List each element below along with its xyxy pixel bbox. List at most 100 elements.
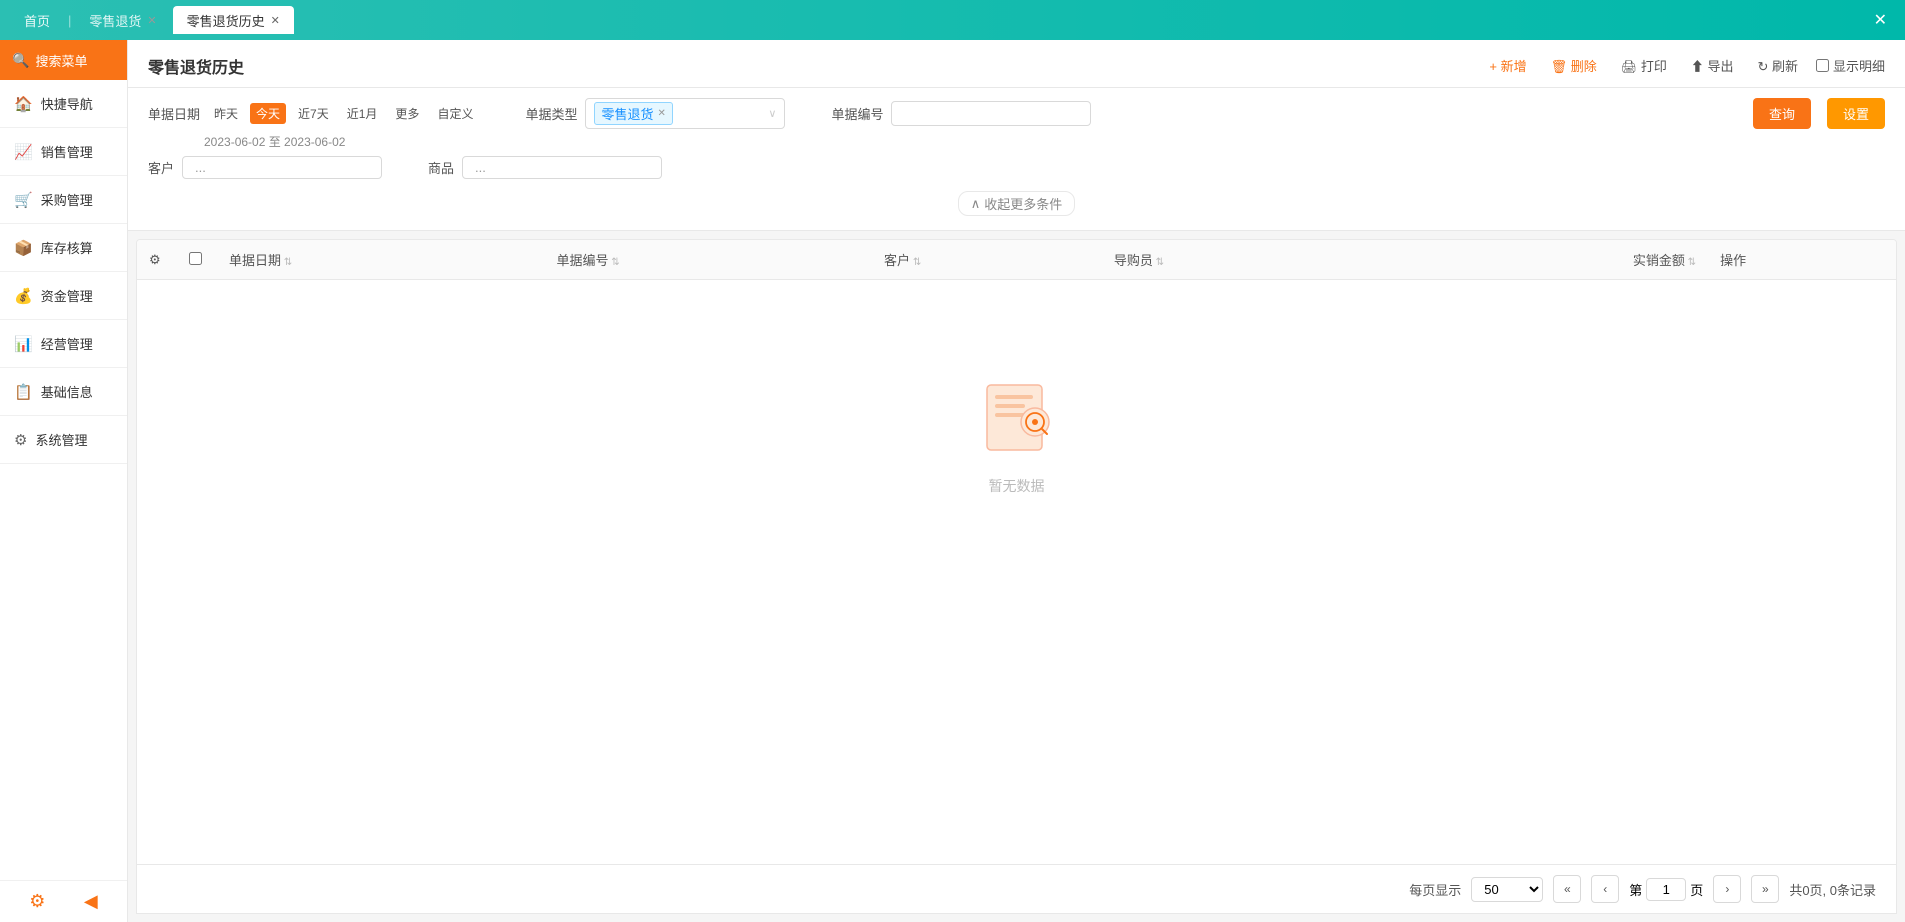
date-btn-1month[interactable]: 近1月 — [341, 103, 384, 124]
sidebar-search[interactable]: 🔍 搜索菜单 — [0, 40, 127, 80]
empty-illustration — [967, 360, 1067, 460]
empty-state-cell: 暂无数据 — [137, 280, 1896, 577]
refresh-button[interactable]: ↻ 刷新 — [1751, 52, 1804, 79]
collapse-sidebar-icon[interactable]: ◀ — [84, 891, 98, 912]
collapse-button[interactable]: ∧ 收起更多条件 — [958, 191, 1076, 216]
query-button[interactable]: 查询 — [1753, 98, 1811, 129]
sidebar-item-label: 系统管理 — [35, 430, 87, 449]
th-checkbox[interactable] — [177, 240, 217, 280]
sidebar-item-quicknav[interactable]: 🏠 快捷导航 — [0, 80, 127, 128]
header-actions: + 新增 🗑 删除 🖨 打印 ⬆ 导出 ↻ 刷新 显示明细 — [1483, 52, 1885, 79]
tab-close-icon[interactable]: ✕ — [147, 14, 156, 27]
th-customer[interactable]: 客户 — [872, 240, 1102, 280]
tab-retail-return[interactable]: 零售退货 ✕ — [75, 6, 170, 34]
settings-button[interactable]: 设置 — [1827, 98, 1885, 129]
sidebar-item-label: 资金管理 — [41, 286, 93, 305]
bill-type-label: 单据类型 — [525, 104, 577, 123]
sidebar-bottom: ⚙ ◀ — [0, 880, 127, 922]
tab-close-icon[interactable]: ✕ — [271, 14, 280, 27]
gear-icon[interactable]: ⚙ — [149, 252, 161, 267]
tab-label: 零售退货历史 — [187, 11, 265, 30]
bill-type-input[interactable]: 零售退货 ✕ ∨ — [585, 98, 785, 129]
page-label: 第 — [1629, 880, 1642, 899]
date-btn-more[interactable]: 更多 — [389, 103, 425, 124]
system-icon: ⚙ — [14, 431, 27, 449]
sidebar: 🔍 搜索菜单 🏠 快捷导航 📈 销售管理 🛒 采购管理 📦 库存核算 💰 资金管… — [0, 40, 128, 922]
th-amount[interactable]: 实销金额 — [1381, 240, 1709, 280]
bill-type-filter: 单据类型 零售退货 ✕ ∨ — [525, 98, 785, 129]
content-area: 零售退货历史 + 新增 🗑 删除 🖨 打印 ⬆ 导出 ↻ 刷新 显示明细 单据日… — [128, 40, 1905, 922]
sidebar-item-system[interactable]: ⚙ 系统管理 — [0, 416, 127, 464]
finance-icon: 💰 — [14, 287, 33, 305]
bill-no-input[interactable] — [891, 101, 1091, 126]
prev-page-button[interactable]: ‹ — [1591, 875, 1619, 903]
last-page-button[interactable]: » — [1751, 875, 1779, 903]
add-button[interactable]: + 新增 — [1483, 52, 1532, 79]
empty-state-row: 暂无数据 — [137, 280, 1896, 577]
goods-ellipsis: ... — [471, 160, 490, 175]
sidebar-item-label: 采购管理 — [41, 190, 93, 209]
date-filter-label: 单据日期 — [148, 104, 200, 123]
show-detail-checkbox[interactable]: 显示明细 — [1816, 56, 1885, 75]
goods-filter: 商品 ... — [428, 156, 662, 179]
th-bill-date[interactable]: 单据日期 — [217, 240, 545, 280]
delete-button[interactable]: 🗑 删除 — [1545, 52, 1603, 79]
customer-ellipsis: ... — [191, 160, 210, 175]
table-header: ⚙ 单据日期 单据编号 客户 导购员 实销金额 操作 — [137, 240, 1896, 280]
sidebar-item-operations[interactable]: 📊 经营管理 — [0, 320, 127, 368]
customer-input[interactable]: ... — [182, 156, 382, 179]
sidebar-item-purchase[interactable]: 🛒 采购管理 — [0, 176, 127, 224]
date-shortcuts: 昨天 今天 近7天 近1月 更多 自定义 — [208, 103, 479, 124]
bill-no-filter: 单据编号 — [831, 101, 1091, 126]
date-filter: 单据日期 昨天 今天 近7天 近1月 更多 自定义 — [148, 103, 479, 124]
table-container: ⚙ 单据日期 单据编号 客户 导购员 实销金额 操作 — [136, 239, 1897, 865]
total-info: 共0页, 0条记录 — [1789, 880, 1876, 899]
data-table: ⚙ 单据日期 单据编号 客户 导购员 实销金额 操作 — [137, 240, 1896, 576]
show-detail-label: 显示明细 — [1833, 56, 1885, 75]
date-btn-yesterday[interactable]: 昨天 — [208, 103, 244, 124]
export-button[interactable]: ⬆ 导出 — [1685, 52, 1740, 79]
show-detail-check[interactable] — [1816, 59, 1829, 72]
page-input-group: 第 页 — [1629, 878, 1703, 901]
page-number-input[interactable] — [1646, 878, 1686, 901]
sidebar-item-label: 快捷导航 — [41, 94, 93, 113]
bill-type-tag: 零售退货 ✕ — [594, 102, 672, 125]
select-all-checkbox[interactable] — [189, 252, 202, 265]
purchase-icon: 🛒 — [14, 191, 33, 209]
per-page-select[interactable]: 20 50 100 200 — [1471, 877, 1543, 902]
home-tab[interactable]: 首页 — [10, 11, 64, 30]
filter-area: 单据日期 昨天 今天 近7天 近1月 更多 自定义 单据类型 — [128, 88, 1905, 231]
print-button[interactable]: 🖨 打印 — [1615, 52, 1673, 79]
close-window-button[interactable]: ✕ — [1866, 6, 1895, 34]
sidebar-item-inventory[interactable]: 📦 库存核算 — [0, 224, 127, 272]
operations-icon: 📊 — [14, 335, 33, 353]
th-gear[interactable]: ⚙ — [137, 240, 177, 280]
date-btn-today[interactable]: 今天 — [250, 103, 286, 124]
date-btn-7days[interactable]: 近7天 — [292, 103, 335, 124]
bill-type-tag-close[interactable]: ✕ — [657, 108, 665, 119]
filter-row-2: 客户 ... 商品 ... — [148, 156, 1885, 179]
sidebar-item-label: 库存核算 — [41, 238, 93, 257]
bill-type-tag-text: 零售退货 — [601, 104, 653, 123]
date-btn-custom[interactable]: 自定义 — [431, 103, 479, 124]
sidebar-item-label: 销售管理 — [41, 142, 93, 161]
th-bill-no[interactable]: 单据编号 — [545, 240, 873, 280]
goods-input[interactable]: ... — [462, 156, 662, 179]
page-header: 零售退货历史 + 新增 🗑 删除 🖨 打印 ⬆ 导出 ↻ 刷新 显示明细 — [128, 40, 1905, 88]
tab-retail-return-history[interactable]: 零售退货历史 ✕ — [173, 6, 294, 34]
next-page-button[interactable]: › — [1713, 875, 1741, 903]
top-bar: 首页 | 零售退货 ✕ 零售退货历史 ✕ ✕ — [0, 0, 1905, 40]
per-page-label: 每页显示 — [1409, 880, 1461, 899]
search-icon: 🔍 — [12, 52, 29, 69]
inventory-icon: 📦 — [14, 239, 33, 257]
first-page-button[interactable]: « — [1553, 875, 1581, 903]
page-unit: 页 — [1690, 880, 1703, 899]
sidebar-item-sales[interactable]: 📈 销售管理 — [0, 128, 127, 176]
tab-label: 零售退货 — [89, 11, 141, 30]
sidebar-item-finance[interactable]: 💰 资金管理 — [0, 272, 127, 320]
th-guide[interactable]: 导购员 — [1102, 240, 1381, 280]
empty-text: 暂无数据 — [989, 476, 1045, 496]
bill-no-label: 单据编号 — [831, 104, 883, 123]
settings-icon[interactable]: ⚙ — [29, 891, 45, 912]
sidebar-item-basic-info[interactable]: 📋 基础信息 — [0, 368, 127, 416]
